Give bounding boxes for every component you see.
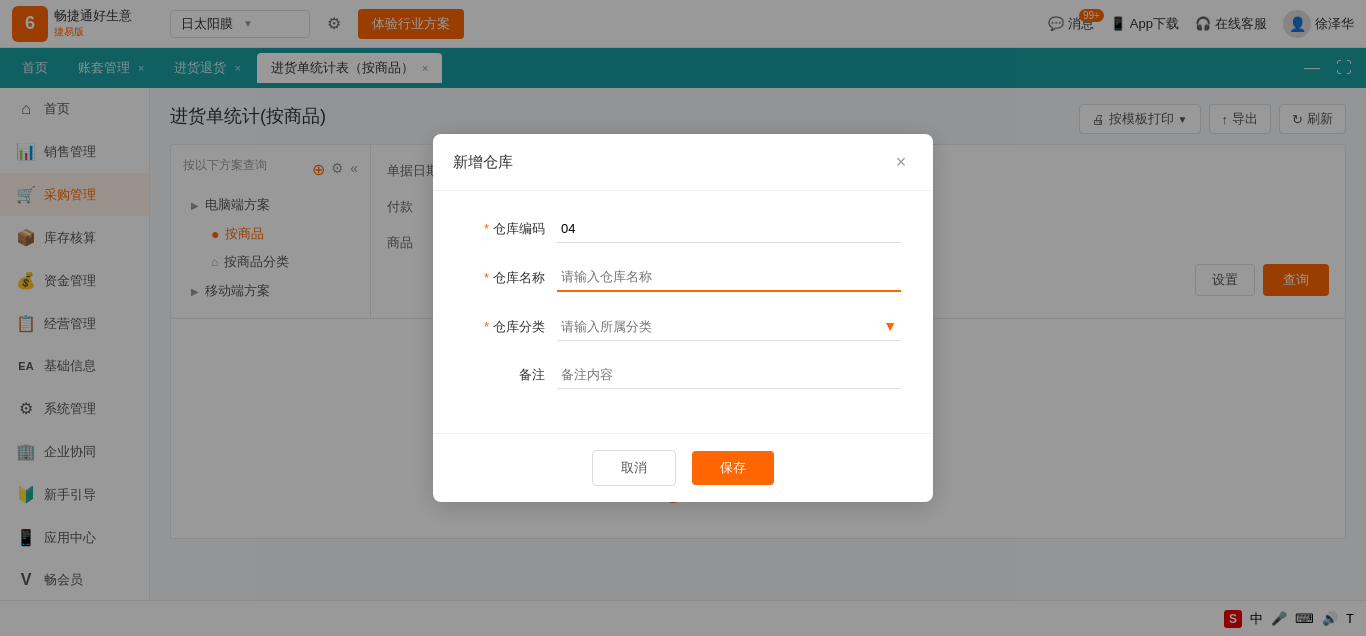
name-input[interactable] (557, 263, 901, 292)
modal-close-button[interactable]: × (889, 150, 913, 174)
modal-overlay: 新增仓库 × 仓库编码 仓库名称 仓库分类 ▼ (0, 0, 1366, 636)
save-button[interactable]: 保存 (692, 451, 774, 485)
category-input[interactable] (561, 319, 883, 334)
form-row-remark: 备注 (465, 361, 901, 389)
category-select-wrapper[interactable]: ▼ (557, 312, 901, 341)
name-label: 仓库名称 (465, 269, 545, 287)
code-input[interactable] (557, 215, 901, 243)
remark-label: 备注 (465, 366, 545, 384)
cancel-button[interactable]: 取消 (592, 450, 676, 486)
form-row-category: 仓库分类 ▼ (465, 312, 901, 341)
modal-title: 新增仓库 (453, 153, 513, 172)
form-row-code: 仓库编码 (465, 215, 901, 243)
category-label: 仓库分类 (465, 318, 545, 336)
modal-footer: 取消 保存 (433, 433, 933, 502)
add-warehouse-modal: 新增仓库 × 仓库编码 仓库名称 仓库分类 ▼ (433, 134, 933, 502)
category-dropdown-icon: ▼ (883, 318, 897, 334)
remark-input[interactable] (557, 361, 901, 389)
modal-header: 新增仓库 × (433, 134, 933, 191)
modal-body: 仓库编码 仓库名称 仓库分类 ▼ 备注 (433, 191, 933, 433)
form-row-name: 仓库名称 (465, 263, 901, 292)
code-label: 仓库编码 (465, 220, 545, 238)
